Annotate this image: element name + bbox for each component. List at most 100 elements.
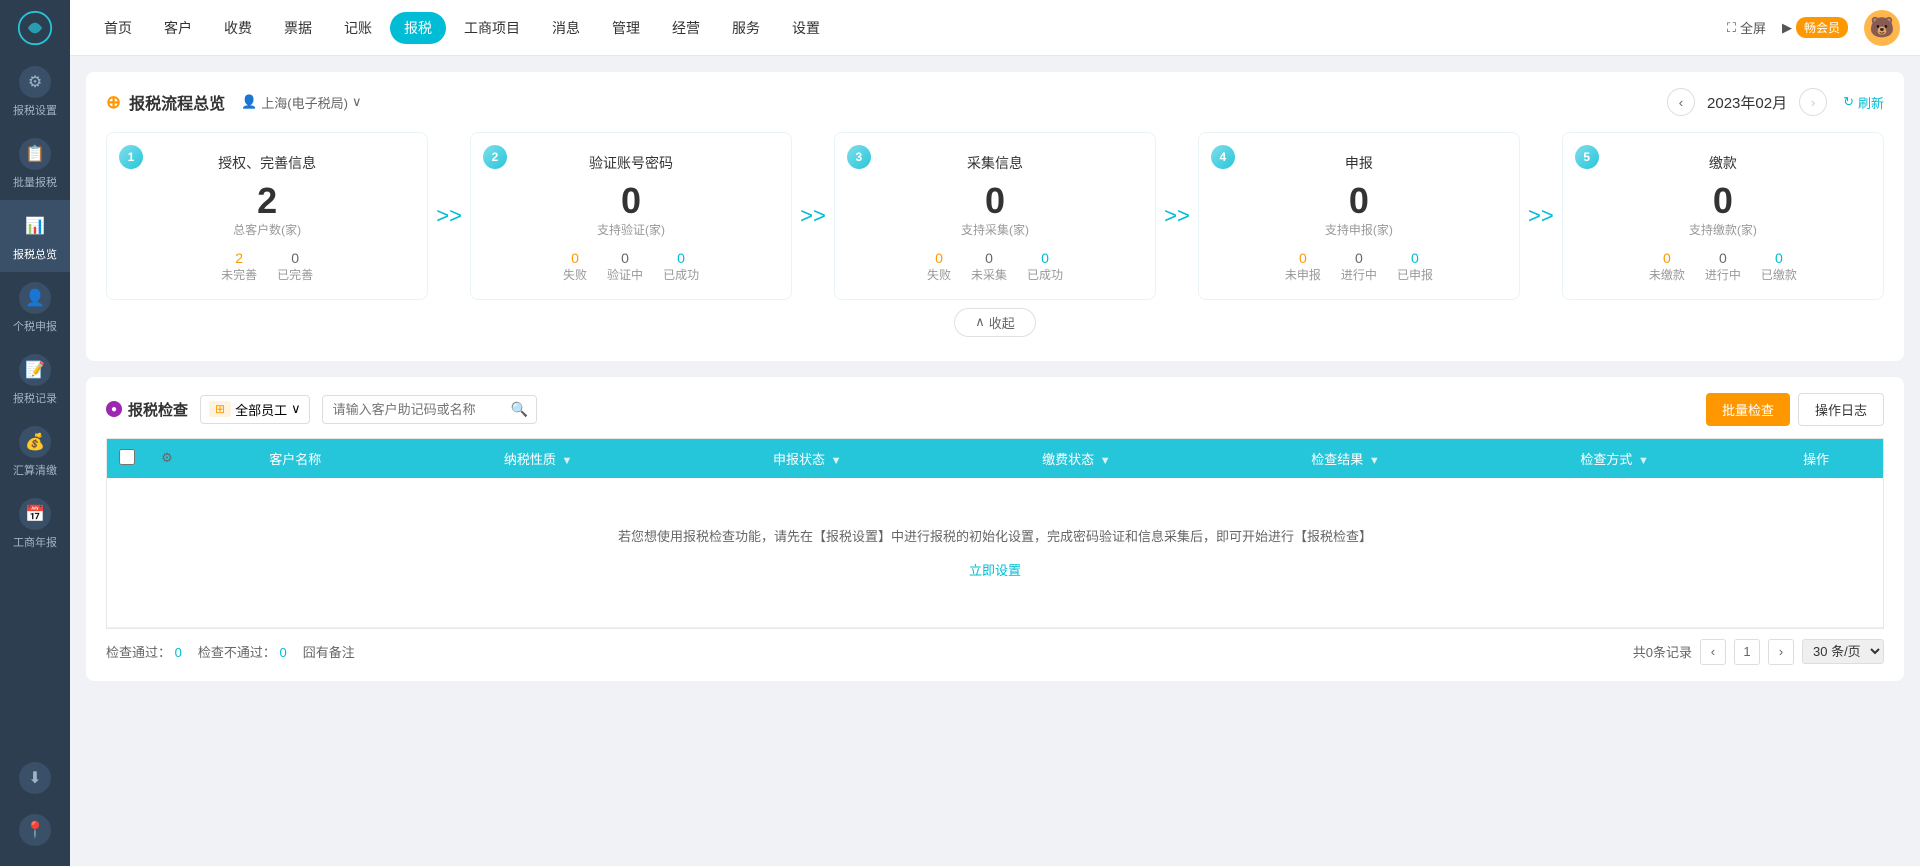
arrow-3: >>	[1156, 132, 1198, 300]
nav-item-tax[interactable]: 报税	[390, 12, 446, 44]
step-count-4: 0	[1215, 181, 1503, 221]
header-check-method-label: 检查方式	[1580, 452, 1632, 467]
step-stat-5-1: 0 进行中	[1705, 250, 1741, 283]
stat-value: 2	[221, 250, 257, 266]
step-stat-3-1: 0 未采集	[971, 250, 1007, 283]
step-subtitle-3: 支持采集(家)	[851, 221, 1139, 238]
location-text: 上海(电子税局)	[261, 93, 348, 112]
step-card-1: 1 授权、完善信息 2 总客户数(家) 2 未完善 0 已完善	[106, 132, 428, 300]
nav-item-home[interactable]: 首页	[90, 12, 146, 44]
nav-item-accounting[interactable]: 记账	[330, 12, 386, 44]
table-settings-icon[interactable]: ⚙	[161, 450, 173, 465]
fail-value[interactable]: 0	[280, 645, 287, 660]
app-logo[interactable]	[0, 0, 70, 56]
stat-label: 已完善	[277, 266, 313, 283]
prev-page-button[interactable]: ‹	[1700, 639, 1726, 665]
stat-label: 验证中	[607, 266, 643, 283]
sidebar-item-label: 批量报税	[13, 174, 57, 190]
sidebar-item-tax-record[interactable]: 📝 报税记录	[0, 344, 70, 416]
staff-select-dropdown[interactable]: ⊞ 全部员工 ∨	[200, 395, 310, 424]
search-input[interactable]	[323, 397, 503, 422]
member-button[interactable]: ▶ 畅会员	[1782, 17, 1848, 38]
stat-value: 0	[607, 250, 643, 266]
stat-value: 0	[563, 250, 587, 266]
stat-label: 未申报	[1285, 266, 1321, 283]
location-chevron-icon: ∨	[352, 94, 362, 110]
filter-icon-2[interactable]: ▼	[831, 455, 842, 467]
step-stat-2-0: 0 失败	[563, 250, 587, 283]
nav-item-business[interactable]: 工商项目	[450, 12, 534, 44]
nav-item-settings[interactable]: 设置	[778, 12, 834, 44]
header-check-result: 检查结果 ▼	[1211, 439, 1480, 478]
per-page-select[interactable]: 30 条/页	[1802, 639, 1884, 664]
sidebar-item-batch-tax[interactable]: 📋 批量报税	[0, 128, 70, 200]
flow-overview-card: ⊕ 报税流程总览 👤 上海(电子税局) ∨ ‹ 2023年02月 › ↻ 刷新	[86, 72, 1904, 361]
filter-icon-5[interactable]: ▼	[1638, 455, 1649, 467]
stat-value: 0	[1285, 250, 1321, 266]
pass-value[interactable]: 0	[175, 645, 182, 660]
search-box: 🔍	[322, 395, 537, 424]
pagination: 共0条记录 ‹ 1 › 30 条/页	[1633, 639, 1884, 665]
nav-item-manage[interactable]: 管理	[598, 12, 654, 44]
stat-value: 0	[1705, 250, 1741, 266]
location-icon: 📍	[19, 814, 51, 846]
sidebar-item-personal-tax[interactable]: 👤 个税申报	[0, 272, 70, 344]
month-display: 2023年02月	[1707, 92, 1787, 113]
step-subtitle-2: 支持验证(家)	[487, 221, 775, 238]
prev-month-button[interactable]: ‹	[1667, 88, 1695, 116]
main-area: 首页 客户 收费 票据 记账 报税 工商项目 消息 管理 经营 服务 设置 ⛶ …	[70, 0, 1920, 866]
nav-item-client[interactable]: 客户	[150, 12, 206, 44]
header-declare-status: 申报状态 ▼	[673, 439, 942, 478]
stat-label: 未采集	[971, 266, 1007, 283]
nav-item-invoice[interactable]: 票据	[270, 12, 326, 44]
empty-state-cell: 若您想使用报税检查功能，请先在【报税设置】中进行报税的初始化设置，完成密码验证和…	[107, 478, 1883, 628]
location-badge[interactable]: 👤 上海(电子税局) ∨	[241, 93, 361, 112]
batch-check-button[interactable]: 批量检查	[1706, 393, 1790, 426]
sidebar-item-annual-report[interactable]: 📅 工商年报	[0, 488, 70, 560]
nav-item-fee[interactable]: 收费	[210, 12, 266, 44]
arrow-2: >>	[792, 132, 834, 300]
filter-icon-4[interactable]: ▼	[1369, 455, 1380, 467]
check-header: ● 报税检查 ⊞ 全部员工 ∨ 🔍 批量检查 操作日志	[106, 393, 1884, 426]
staff-badge: ⊞	[209, 401, 231, 417]
stat-value: 0	[1397, 250, 1433, 266]
sidebar-item-settlement[interactable]: 💰 汇算清缴	[0, 416, 70, 488]
check-table-container: ⚙ 客户名称 纳税性质 ▼ 申报状态 ▼	[106, 438, 1884, 629]
step-title-3: 采集信息	[851, 153, 1139, 173]
nav-item-operations[interactable]: 经营	[658, 12, 714, 44]
sidebar-item-label: 报税总览	[13, 246, 57, 262]
sidebar: ⚙ 报税设置 📋 批量报税 📊 报税总览 👤 个税申报 📝 报税记录 💰 汇算清…	[0, 0, 70, 866]
member-badge: 畅会员	[1796, 17, 1848, 38]
pass-label: 检查通过：	[106, 645, 171, 660]
header-client-name: 客户名称	[187, 439, 404, 478]
collapse-button[interactable]: ∧ 收起	[954, 308, 1036, 337]
step-stat-1-1: 0 已完善	[277, 250, 313, 283]
batch-tax-icon: 📋	[19, 138, 51, 170]
nav-item-service[interactable]: 服务	[718, 12, 774, 44]
stat-value: 0	[663, 250, 699, 266]
refresh-button[interactable]: ↻ 刷新	[1843, 93, 1884, 112]
total-records: 共0条记录	[1633, 642, 1692, 661]
sidebar-item-tax-overview[interactable]: 📊 报税总览	[0, 200, 70, 272]
sidebar-item-tax-settings[interactable]: ⚙ 报税设置	[0, 56, 70, 128]
setup-link[interactable]: 立即设置	[969, 563, 1021, 578]
select-all-checkbox[interactable]	[119, 449, 135, 465]
sidebar-item-download[interactable]: ⬇	[0, 752, 70, 804]
step-stat-4-1: 0 进行中	[1341, 250, 1377, 283]
fullscreen-button[interactable]: ⛶ 全屏	[1727, 18, 1766, 37]
stat-label: 已缴款	[1761, 266, 1797, 283]
sidebar-item-location[interactable]: 📍	[0, 804, 70, 856]
play-icon: ▶	[1782, 20, 1792, 36]
nav-item-message[interactable]: 消息	[538, 12, 594, 44]
search-button[interactable]: 🔍	[503, 396, 536, 423]
steps-row: 1 授权、完善信息 2 总客户数(家) 2 未完善 0 已完善	[106, 132, 1884, 300]
user-avatar[interactable]: 🐻	[1864, 10, 1900, 46]
filter-icon-1[interactable]: ▼	[561, 455, 572, 467]
filter-icon-3[interactable]: ▼	[1100, 455, 1111, 467]
header-declare-label: 申报状态	[773, 452, 825, 467]
header-check-method: 检查方式 ▼	[1480, 439, 1749, 478]
next-month-button[interactable]: ›	[1799, 88, 1827, 116]
refresh-icon: ↻	[1843, 94, 1854, 110]
log-button[interactable]: 操作日志	[1798, 393, 1884, 426]
next-page-button[interactable]: ›	[1768, 639, 1794, 665]
